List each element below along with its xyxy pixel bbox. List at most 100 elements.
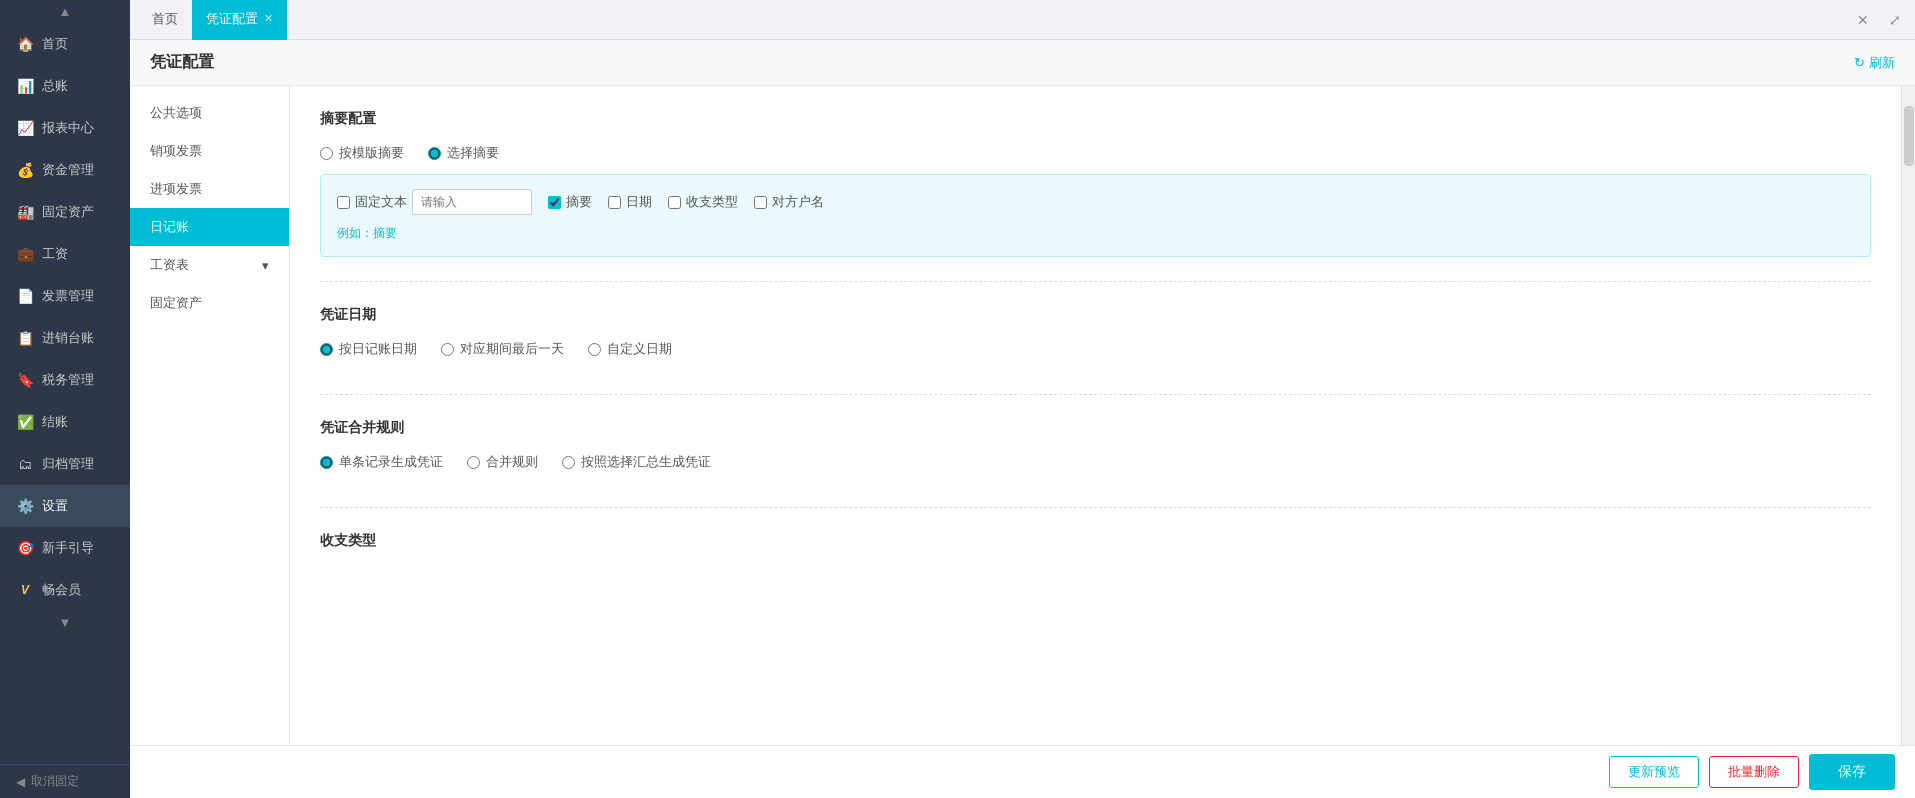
salary-icon: 💼 [16, 246, 34, 262]
date-section: 凭证日期 按日记账日期 对应期间最后一天 自定义日期 [320, 306, 1871, 395]
menu-item-fixed-assets[interactable]: 固定资产 [130, 284, 289, 322]
tab-home[interactable]: 首页 [138, 0, 192, 40]
tab-voucher-config[interactable]: 凭证配置 ✕ [192, 0, 287, 40]
sidebar-scroll-up[interactable]: ▲ [0, 0, 130, 23]
abstract-section: 摘要配置 按模版摘要 选择摘要 固定文本 [320, 110, 1871, 282]
abstract-example: 例如：摘要 [337, 225, 1854, 242]
sidebar-item-member[interactable]: V 畅会员 [0, 569, 130, 611]
refresh-icon: ↻ [1854, 55, 1865, 70]
date-checkbox[interactable] [608, 196, 621, 209]
merge-summary-option[interactable]: 按照选择汇总生成凭证 [562, 453, 711, 471]
sidebar-item-tax[interactable]: 🔖 税务管理 [0, 359, 130, 401]
merge-section-title: 凭证合并规则 [320, 419, 1871, 437]
chevron-down-icon: ▾ [262, 258, 269, 273]
sidebar-item-salary[interactable]: 💼 工资 [0, 233, 130, 275]
tab-expand-icon[interactable]: ⤢ [1883, 10, 1907, 30]
abstract-option: 摘要 [548, 193, 592, 211]
assets-icon: 🏭 [16, 204, 34, 220]
abstract-config-box: 固定文本 摘要 日期 收支类型 [320, 174, 1871, 257]
checkout-icon: ✅ [16, 414, 34, 430]
date-section-title: 凭证日期 [320, 306, 1871, 324]
sidebar-item-ledger[interactable]: 📊 总账 [0, 65, 130, 107]
sidebar-item-archive[interactable]: 🗂 归档管理 [0, 443, 130, 485]
fixed-text-checkbox[interactable] [337, 196, 350, 209]
sidebar-item-funds[interactable]: 💰 资金管理 [0, 149, 130, 191]
date-journal-option[interactable]: 按日记账日期 [320, 340, 417, 358]
abstract-checkbox[interactable] [548, 196, 561, 209]
sidebar-item-assets[interactable]: 🏭 固定资产 [0, 191, 130, 233]
left-menu: 公共选项 销项发票 进项发票 日记账 工资表 ▾ 固定资产 [130, 86, 290, 745]
merge-rule-radio[interactable] [467, 456, 480, 469]
menu-item-journal[interactable]: 日记账 [130, 208, 289, 246]
outer-scrollbar[interactable] [1901, 86, 1915, 745]
invoice-icon: 📄 [16, 288, 34, 304]
home-icon: 🏠 [16, 36, 34, 52]
sidebar-item-home[interactable]: 🏠 首页 [0, 23, 130, 65]
income-type-checkbox[interactable] [668, 196, 681, 209]
merge-single-option[interactable]: 单条记录生成凭证 [320, 453, 443, 471]
sidebar-item-purchase[interactable]: 📋 进销台账 [0, 317, 130, 359]
refresh-button[interactable]: ↻ 刷新 [1854, 54, 1895, 72]
tab-bar: 首页 凭证配置 ✕ ✕ ⤢ [130, 0, 1915, 40]
tab-bar-actions: ✕ ⤢ [1851, 10, 1907, 30]
abstract-section-title: 摘要配置 [320, 110, 1871, 128]
tab-close-icon[interactable]: ✕ [264, 12, 273, 25]
abstract-select-radio[interactable] [428, 147, 441, 160]
abstract-checkbox-row: 固定文本 摘要 日期 收支类型 [337, 189, 1854, 215]
page-title: 凭证配置 [150, 52, 214, 73]
archive-icon: 🗂 [16, 456, 34, 472]
main-area: 首页 凭证配置 ✕ ✕ ⤢ 凭证配置 ↻ 刷新 公共选项 销项发票 进 [130, 0, 1915, 798]
sidebar-item-invoice[interactable]: 📄 发票管理 [0, 275, 130, 317]
sidebar-unpin[interactable]: ◀ 取消固定 [0, 764, 130, 798]
merge-summary-radio[interactable] [562, 456, 575, 469]
merge-rule-option[interactable]: 合并规则 [467, 453, 538, 471]
date-lastday-option[interactable]: 对应期间最后一天 [441, 340, 564, 358]
sidebar-item-reports[interactable]: 📈 报表中心 [0, 107, 130, 149]
income-type-section: 收支类型 [320, 532, 1871, 590]
counter-name-checkbox[interactable] [754, 196, 767, 209]
date-option: 日期 [608, 193, 652, 211]
purchase-icon: 📋 [16, 330, 34, 346]
member-icon: V [16, 583, 34, 597]
fixed-text-option: 固定文本 [337, 189, 532, 215]
abstract-radio-group: 按模版摘要 选择摘要 [320, 144, 1871, 162]
tax-icon: 🔖 [16, 372, 34, 388]
batch-delete-button[interactable]: 批量删除 [1709, 756, 1799, 788]
scrollbar-thumb[interactable] [1904, 106, 1914, 166]
menu-item-payroll[interactable]: 工资表 ▾ [130, 246, 289, 284]
abstract-select-option[interactable]: 选择摘要 [428, 144, 499, 162]
sidebar-item-guide[interactable]: 🎯 新手引导 [0, 527, 130, 569]
merge-section: 凭证合并规则 单条记录生成凭证 合并规则 按照选择汇总生成凭证 [320, 419, 1871, 508]
update-preview-button[interactable]: 更新预览 [1609, 756, 1699, 788]
right-content: 摘要配置 按模版摘要 选择摘要 固定文本 [290, 86, 1901, 745]
save-button[interactable]: 保存 [1809, 754, 1895, 790]
date-custom-option[interactable]: 自定义日期 [588, 340, 672, 358]
menu-item-purchase[interactable]: 进项发票 [130, 170, 289, 208]
fixed-text-input[interactable] [412, 189, 532, 215]
settings-icon: ⚙️ [16, 498, 34, 514]
date-journal-radio[interactable] [320, 343, 333, 356]
sidebar-scroll-down[interactable]: ▼ [0, 611, 130, 634]
reports-icon: 📈 [16, 120, 34, 136]
abstract-template-radio[interactable] [320, 147, 333, 160]
income-type-section-title: 收支类型 [320, 532, 1871, 550]
menu-item-public[interactable]: 公共选项 [130, 94, 289, 132]
pin-icon: ◀ [16, 775, 25, 789]
date-lastday-radio[interactable] [441, 343, 454, 356]
sidebar-item-checkout[interactable]: ✅ 结账 [0, 401, 130, 443]
sidebar-item-settings[interactable]: ⚙️ 设置 [0, 485, 130, 527]
merge-single-radio[interactable] [320, 456, 333, 469]
sidebar: ▲ 🏠 首页 📊 总账 📈 报表中心 💰 资金管理 🏭 固定资产 💼 工资 📄 … [0, 0, 130, 798]
bottom-bar: 更新预览 批量删除 保存 [130, 745, 1915, 798]
merge-radio-group: 单条记录生成凭证 合并规则 按照选择汇总生成凭证 [320, 453, 1871, 471]
ledger-icon: 📊 [16, 78, 34, 94]
counter-name-option: 对方户名 [754, 193, 824, 211]
tab-close-window-icon[interactable]: ✕ [1851, 10, 1875, 30]
menu-item-sales[interactable]: 销项发票 [130, 132, 289, 170]
guide-icon: 🎯 [16, 540, 34, 556]
abstract-template-option[interactable]: 按模版摘要 [320, 144, 404, 162]
income-type-option: 收支类型 [668, 193, 738, 211]
page-header: 凭证配置 ↻ 刷新 [130, 40, 1915, 86]
funds-icon: 💰 [16, 162, 34, 178]
date-custom-radio[interactable] [588, 343, 601, 356]
